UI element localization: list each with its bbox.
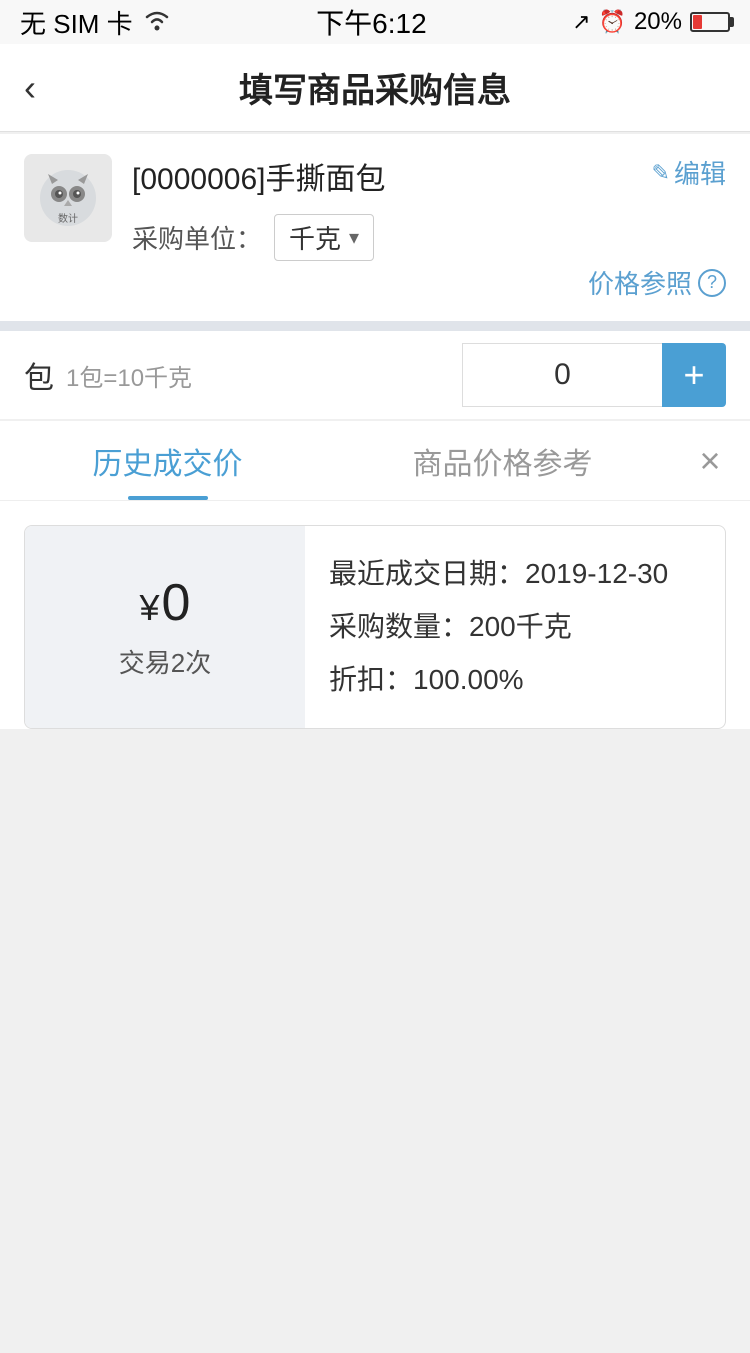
owl-logo-icon: 数计 bbox=[38, 168, 98, 228]
purchase-qty-row: 采购数量：200千克 bbox=[329, 607, 701, 646]
quantity-input-group: 0 + bbox=[462, 343, 726, 407]
price-ref-label: 价格参照 bbox=[588, 264, 692, 301]
close-icon: × bbox=[699, 440, 720, 482]
price-card: ¥0 交易2次 最近成交日期：2019-12-30 采购数量：200千克 折扣：… bbox=[24, 525, 726, 729]
tab-price-ref-label: 商品价格参考 bbox=[413, 439, 593, 483]
quantity-input[interactable]: 0 bbox=[462, 343, 662, 407]
battery-icon bbox=[690, 12, 730, 32]
edit-label: 编辑 bbox=[674, 154, 726, 191]
unit-value: 千克 bbox=[289, 219, 341, 256]
tabs-header: 历史成交价 商品价格参考 × bbox=[0, 421, 750, 501]
tab-price-ref[interactable]: 商品价格参考 bbox=[335, 421, 670, 500]
trade-count: 交易2次 bbox=[119, 643, 211, 680]
page-title: 填写商品采购信息 bbox=[239, 63, 511, 112]
svg-text:数计: 数计 bbox=[58, 212, 78, 225]
status-time: 下午6:12 bbox=[316, 2, 427, 42]
price-card-right: 最近成交日期：2019-12-30 采购数量：200千克 折扣：100.00% bbox=[305, 526, 725, 728]
battery-percent: 20% bbox=[634, 8, 682, 36]
recent-date-label: 最近成交日期： bbox=[329, 558, 525, 589]
currency-symbol: ¥ bbox=[140, 587, 160, 628]
quantity-add-button[interactable]: + bbox=[662, 343, 726, 407]
carrier-text: 无 SIM 卡 bbox=[20, 4, 133, 41]
edit-button[interactable]: ✎ 编辑 bbox=[652, 154, 726, 191]
location-icon: ↗ bbox=[572, 9, 590, 35]
unit-label: 采购单位： bbox=[132, 219, 262, 256]
alarm-icon: ⏰ bbox=[599, 9, 626, 35]
unit-conversion-text: 1包=10千克 bbox=[66, 358, 192, 393]
quantity-row: 包 1包=10千克 0 + bbox=[0, 331, 750, 419]
discount-row: 折扣：100.00% bbox=[329, 660, 701, 699]
section-divider bbox=[0, 321, 750, 331]
status-left: 无 SIM 卡 bbox=[20, 4, 171, 41]
back-button[interactable]: ‹ bbox=[24, 67, 36, 109]
tabs-section: 历史成交价 商品价格参考 × ¥0 交易2次 最近成交日期：2019-12-30… bbox=[0, 421, 750, 729]
chevron-down-icon: ▾ bbox=[349, 225, 359, 250]
recent-date-value: 2019-12-30 bbox=[525, 558, 668, 589]
product-left: 数计 [0000006]手撕面包 采购单位： 千克 ▾ bbox=[24, 154, 385, 261]
product-name: [0000006]手撕面包 bbox=[132, 154, 385, 198]
discount-value: 100.00% bbox=[413, 664, 524, 695]
product-header: 数计 [0000006]手撕面包 采购单位： 千克 ▾ ✎ 编辑 bbox=[24, 154, 726, 261]
tab-history-label: 历史成交价 bbox=[93, 439, 243, 483]
wifi-icon bbox=[143, 7, 171, 38]
status-right: ↗ ⏰ 20% bbox=[572, 8, 730, 36]
quantity-label: 包 1包=10千克 bbox=[24, 353, 192, 397]
question-icon: ? bbox=[698, 269, 726, 297]
nav-bar: ‹ 填写商品采购信息 bbox=[0, 44, 750, 132]
product-image: 数计 bbox=[24, 154, 112, 242]
product-card: 数计 [0000006]手撕面包 采购单位： 千克 ▾ ✎ 编辑 价格参照 ? bbox=[0, 134, 750, 321]
bag-label: 包 bbox=[24, 353, 54, 397]
price-card-left: ¥0 交易2次 bbox=[25, 526, 305, 728]
status-bar: 无 SIM 卡 下午6:12 ↗ ⏰ 20% bbox=[0, 0, 750, 44]
recent-date-row: 最近成交日期：2019-12-30 bbox=[329, 554, 701, 593]
tab-history-price[interactable]: 历史成交价 bbox=[0, 421, 335, 500]
page-background bbox=[0, 753, 750, 1353]
edit-icon: ✎ bbox=[652, 160, 670, 186]
purchase-qty-value: 200千克 bbox=[469, 611, 572, 642]
amount-value: 0 bbox=[162, 574, 191, 632]
price-ref-button[interactable]: 价格参照 ? bbox=[588, 264, 726, 301]
unit-selector[interactable]: 千克 ▾ bbox=[274, 214, 374, 261]
purchase-qty-label: 采购数量： bbox=[329, 611, 469, 642]
product-info: [0000006]手撕面包 采购单位： 千克 ▾ bbox=[132, 154, 385, 261]
price-amount: ¥0 bbox=[140, 573, 191, 633]
discount-label: 折扣： bbox=[329, 664, 413, 695]
tabs-close-button[interactable]: × bbox=[670, 421, 750, 501]
product-unit-row: 采购单位： 千克 ▾ bbox=[132, 214, 385, 261]
